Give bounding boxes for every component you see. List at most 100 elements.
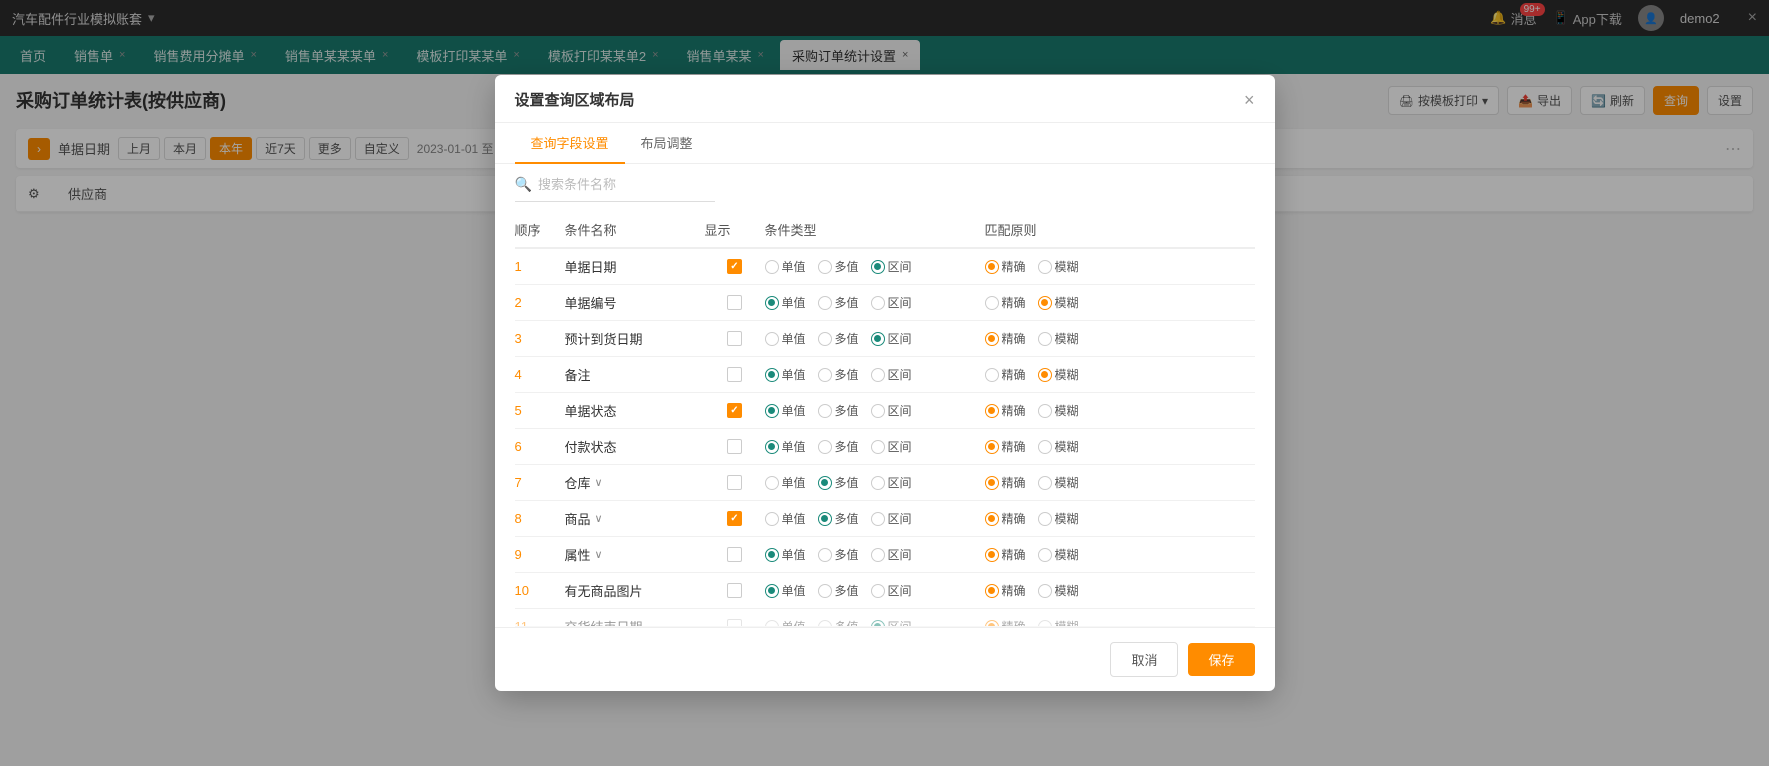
display-checkbox-9[interactable]	[727, 547, 742, 562]
match-exact-11[interactable]: 精确	[985, 618, 1026, 627]
header-match: 匹配原则	[985, 220, 1185, 239]
type-single-6[interactable]: 单值	[765, 438, 806, 455]
display-checkbox-2[interactable]	[727, 295, 742, 310]
type-single-5[interactable]: 单值	[765, 402, 806, 419]
radio-multi-11	[818, 620, 832, 628]
type-range-1[interactable]: 区间	[871, 258, 912, 275]
type-single-9[interactable]: 单值	[765, 546, 806, 563]
type-multi-9[interactable]: 多值	[818, 546, 859, 563]
match-exact-4[interactable]: 精确	[985, 366, 1026, 383]
type-range-3[interactable]: 区间	[871, 330, 912, 347]
match-fuzzy-5[interactable]: 模糊	[1038, 402, 1079, 419]
match-exact-5[interactable]: 精确	[985, 402, 1026, 419]
radio-single-11	[765, 620, 779, 628]
type-radio-group-1: 单值 多值 区间	[765, 258, 912, 275]
cell-match: 精确 模糊	[985, 366, 1185, 383]
cell-display	[705, 475, 765, 490]
display-checkbox-1[interactable]	[727, 259, 742, 274]
type-range-4[interactable]: 区间	[871, 366, 912, 383]
display-checkbox-11[interactable]	[727, 619, 742, 627]
match-exact-1[interactable]: 精确	[985, 258, 1026, 275]
cancel-button[interactable]: 取消	[1110, 642, 1178, 677]
match-fuzzy-8[interactable]: 模糊	[1038, 510, 1079, 527]
cell-name: 仓库 ∨	[565, 473, 705, 492]
display-checkbox-5[interactable]	[727, 403, 742, 418]
dialog-footer: 取消 保存	[495, 627, 1275, 691]
cell-name: 商品 ∨	[565, 509, 705, 528]
cell-order: 2	[515, 295, 565, 310]
type-single-1[interactable]: 单值	[765, 258, 806, 275]
type-single-7[interactable]: 单值	[765, 474, 806, 491]
display-checkbox-6[interactable]	[727, 439, 742, 454]
type-range-5[interactable]: 区间	[871, 402, 912, 419]
match-fuzzy-3[interactable]: 模糊	[1038, 330, 1079, 347]
type-multi-6[interactable]: 多值	[818, 438, 859, 455]
type-range-6[interactable]: 区间	[871, 438, 912, 455]
display-checkbox-8[interactable]	[727, 511, 742, 526]
match-exact-8[interactable]: 精确	[985, 510, 1026, 527]
type-range-8[interactable]: 区间	[871, 510, 912, 527]
radio-single-9	[765, 548, 779, 562]
type-multi-5[interactable]: 多值	[818, 402, 859, 419]
display-checkbox-7[interactable]	[727, 475, 742, 490]
type-range-7[interactable]: 区间	[871, 474, 912, 491]
match-exact-9[interactable]: 精确	[985, 546, 1026, 563]
match-exact-3[interactable]: 精确	[985, 330, 1026, 347]
type-multi-11[interactable]: 多值	[818, 618, 859, 627]
radio-multi-3	[818, 332, 832, 346]
type-multi-3[interactable]: 多值	[818, 330, 859, 347]
type-single-2[interactable]: 单值	[765, 294, 806, 311]
type-multi-4[interactable]: 多值	[818, 366, 859, 383]
type-radio-group-10: 单值 多值 区间	[765, 582, 912, 599]
tab-fields[interactable]: 查询字段设置	[515, 123, 625, 164]
match-fuzzy-9[interactable]: 模糊	[1038, 546, 1079, 563]
radio-range-1	[871, 260, 885, 274]
cell-match: 精确 模糊	[985, 402, 1185, 419]
match-exact-10[interactable]: 精确	[985, 582, 1026, 599]
match-fuzzy-2[interactable]: 模糊	[1038, 294, 1079, 311]
type-range-2[interactable]: 区间	[871, 294, 912, 311]
cell-match: 精确 模糊	[985, 618, 1185, 627]
type-multi-1[interactable]: 多值	[818, 258, 859, 275]
radio-single-3	[765, 332, 779, 346]
table-row: 2 单据编号 单值 多值 区间 精确 模糊	[515, 285, 1255, 321]
match-fuzzy-4[interactable]: 模糊	[1038, 366, 1079, 383]
type-multi-8[interactable]: 多值	[818, 510, 859, 527]
type-range-10[interactable]: 区间	[871, 582, 912, 599]
match-exact-2[interactable]: 精确	[985, 294, 1026, 311]
type-single-8[interactable]: 单值	[765, 510, 806, 527]
radio-range-11	[871, 620, 885, 628]
match-fuzzy-6[interactable]: 模糊	[1038, 438, 1079, 455]
type-multi-10[interactable]: 多值	[818, 582, 859, 599]
radio-range-9	[871, 548, 885, 562]
type-range-11[interactable]: 区间	[871, 618, 912, 627]
tab-layout[interactable]: 布局调整	[625, 123, 709, 164]
match-fuzzy-11[interactable]: 模糊	[1038, 618, 1079, 627]
radio-multi-2	[818, 296, 832, 310]
match-fuzzy-7[interactable]: 模糊	[1038, 474, 1079, 491]
type-multi-2[interactable]: 多值	[818, 294, 859, 311]
dialog-close-btn[interactable]: ×	[1244, 91, 1255, 109]
header-order: 顺序	[515, 220, 565, 239]
type-single-3[interactable]: 单值	[765, 330, 806, 347]
type-single-11[interactable]: 单值	[765, 618, 806, 627]
save-button[interactable]: 保存	[1188, 643, 1254, 676]
radio-multi-10	[818, 584, 832, 598]
match-exact-7[interactable]: 精确	[985, 474, 1026, 491]
match-radio-group-5: 精确 模糊	[985, 402, 1079, 419]
match-fuzzy-10[interactable]: 模糊	[1038, 582, 1079, 599]
match-exact-6[interactable]: 精确	[985, 438, 1026, 455]
type-single-10[interactable]: 单值	[765, 582, 806, 599]
cell-type: 单值 多值 区间	[765, 330, 985, 347]
match-fuzzy-1[interactable]: 模糊	[1038, 258, 1079, 275]
search-input[interactable]	[538, 177, 698, 192]
display-checkbox-3[interactable]	[727, 331, 742, 346]
display-checkbox-10[interactable]	[727, 583, 742, 598]
type-single-4[interactable]: 单值	[765, 366, 806, 383]
display-checkbox-4[interactable]	[727, 367, 742, 382]
radio-exact-1	[985, 260, 999, 274]
type-multi-7[interactable]: 多值	[818, 474, 859, 491]
type-range-9[interactable]: 区间	[871, 546, 912, 563]
cell-display	[705, 331, 765, 346]
table-row: 6 付款状态 单值 多值 区间 精确 模糊	[515, 429, 1255, 465]
